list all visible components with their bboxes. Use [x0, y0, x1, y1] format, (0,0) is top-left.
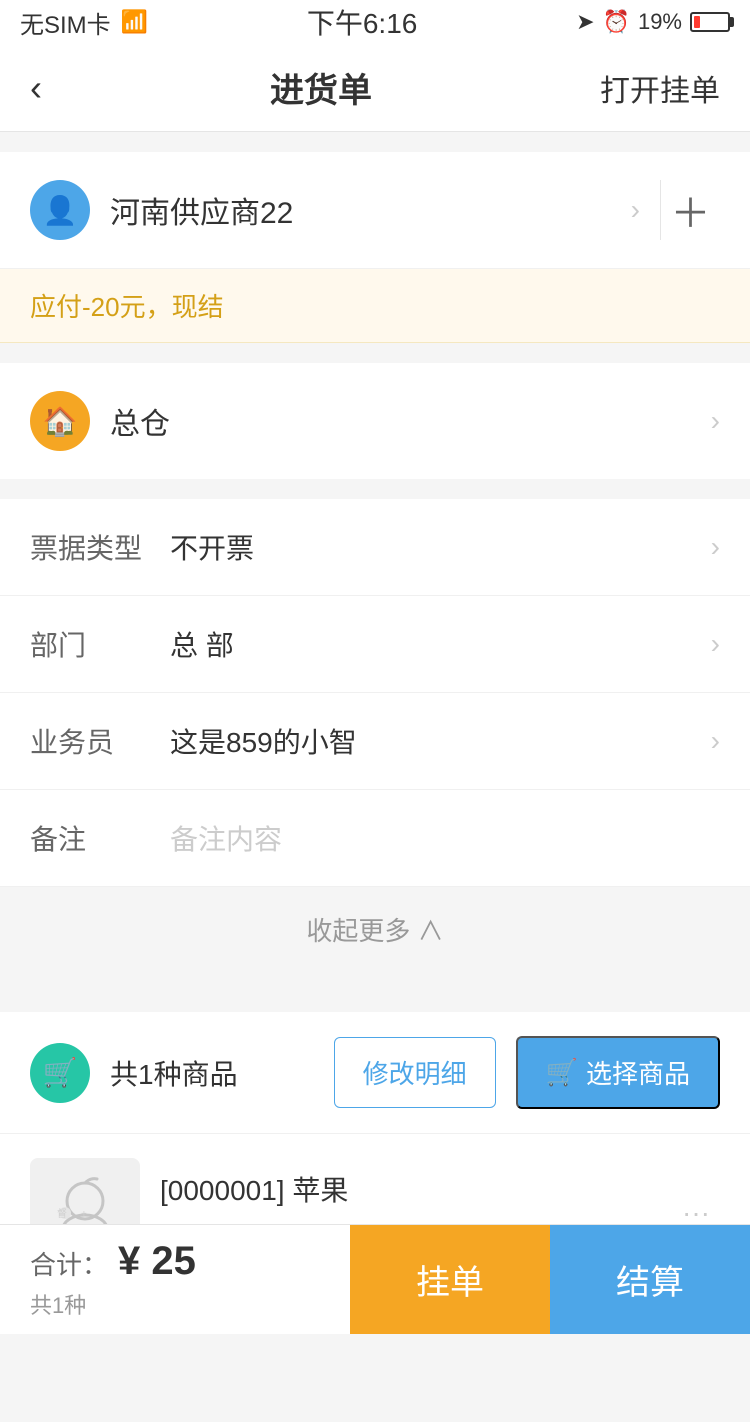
products-count: 共1种商品	[110, 1053, 314, 1093]
warehouse-chevron-icon: ›	[711, 405, 720, 437]
cart-icon: 🛒	[43, 1056, 78, 1089]
divider-1	[0, 132, 750, 152]
warehouse-icon: 🏠	[30, 391, 90, 451]
carrier-text: 无SIM卡	[20, 5, 111, 40]
supplier-section: 👤 河南供应商22 › ＋ 应付-20元，现结	[0, 152, 750, 343]
supplier-name: 河南供应商22	[110, 188, 621, 232]
department-row[interactable]: 部门 总 部 ›	[0, 596, 750, 693]
total-label: 合计：	[30, 1245, 108, 1282]
edit-detail-button[interactable]: 修改明细	[334, 1037, 496, 1108]
invoice-type-row[interactable]: 票据类型 不开票 ›	[0, 499, 750, 596]
pending-button[interactable]: 挂单	[350, 1225, 550, 1334]
department-value: 总 部	[170, 624, 701, 664]
divider-4	[0, 972, 750, 992]
warehouse-name: 总仓	[110, 399, 701, 443]
warehouse-section: 🏠 总仓 ›	[0, 363, 750, 479]
warehouse-row[interactable]: 🏠 总仓 ›	[0, 363, 750, 479]
battery-text: 19%	[638, 9, 682, 35]
product-name: [0000001] 苹果	[160, 1169, 652, 1209]
salesperson-chevron-icon: ›	[711, 725, 720, 757]
status-time: 下午6:16	[307, 2, 418, 42]
open-pending-button[interactable]: 打开挂单	[600, 66, 720, 110]
add-supplier-button[interactable]: ＋	[660, 180, 720, 240]
invoice-type-value: 不开票	[170, 527, 701, 567]
collapse-button[interactable]: 收起更多 ∧	[0, 887, 750, 972]
total-sub: 共1种	[30, 1288, 320, 1320]
salesperson-value: 这是859的小智	[170, 721, 701, 761]
invoice-type-chevron-icon: ›	[711, 531, 720, 563]
supplier-chevron-icon: ›	[631, 194, 640, 226]
select-icon: 🛒	[546, 1057, 578, 1088]
wifi-icon: 📶	[121, 9, 148, 35]
location-icon: ➤	[576, 9, 594, 35]
select-product-button[interactable]: 🛒 选择商品	[516, 1036, 720, 1109]
back-button[interactable]: ‹	[30, 67, 42, 109]
supplier-row: 👤 河南供应商22 › ＋	[0, 152, 750, 269]
total-section: 合计： ¥ 25 共1种	[0, 1225, 350, 1334]
divider-2	[0, 343, 750, 363]
department-label: 部门	[30, 624, 170, 664]
products-header: 🛒 共1种商品 修改明细 🛒 选择商品	[0, 1012, 750, 1133]
remark-label: 备注	[30, 818, 170, 858]
total-amount: ¥ 25	[118, 1239, 196, 1284]
supplier-avatar: 👤	[30, 180, 90, 240]
divider-3	[0, 479, 750, 499]
remark-value: 备注内容	[170, 818, 720, 858]
bottom-bar: 合计： ¥ 25 共1种 挂单 结算	[0, 1224, 750, 1334]
supplier-notice: 应付-20元，现结	[0, 269, 750, 343]
form-section: 票据类型 不开票 › 部门 总 部 › 业务员 这是859的小智 › 备注 备注…	[0, 499, 750, 887]
nav-bar: ‹ 进货单 打开挂单	[0, 44, 750, 132]
status-bar: 无SIM卡 📶 下午6:16 ➤ ⏰ 19%	[0, 0, 750, 44]
department-chevron-icon: ›	[711, 628, 720, 660]
confirm-button[interactable]: 结算	[550, 1225, 750, 1334]
status-left: 无SIM卡 📶	[20, 5, 148, 40]
svg-text:督: 督	[57, 1207, 67, 1220]
invoice-type-label: 票据类型	[30, 527, 170, 567]
total-row: 合计： ¥ 25	[30, 1239, 320, 1284]
status-right: ➤ ⏰ 19%	[576, 9, 730, 35]
products-icon: 🛒	[30, 1043, 90, 1103]
svg-text:+: +	[81, 1209, 87, 1220]
remark-row[interactable]: 备注 备注内容	[0, 790, 750, 887]
page-title: 进货单	[270, 63, 372, 112]
salesperson-row[interactable]: 业务员 这是859的小智 ›	[0, 693, 750, 790]
alarm-icon: ⏰	[603, 9, 630, 35]
battery-icon	[690, 12, 730, 32]
salesperson-label: 业务员	[30, 721, 170, 761]
avatar-icon: 👤	[43, 194, 78, 227]
